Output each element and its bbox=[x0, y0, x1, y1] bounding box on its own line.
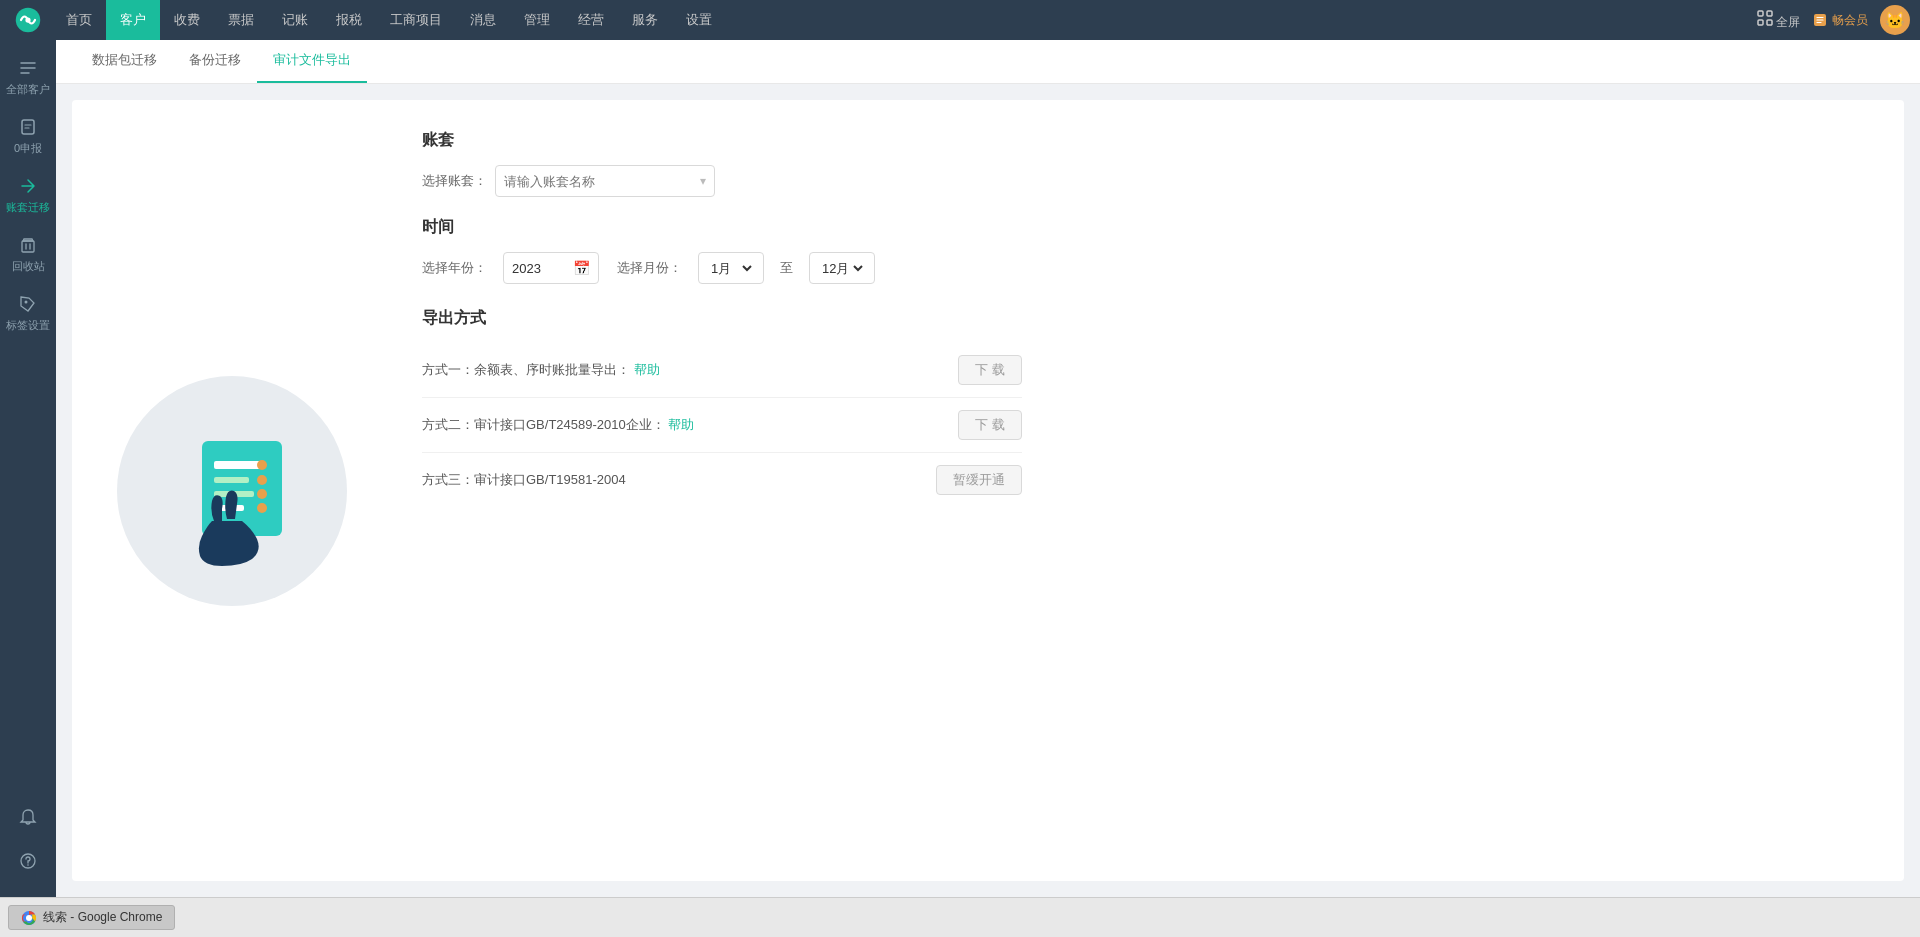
app-body: 全部客户 0申报 账套迁移 回收站 bbox=[0, 40, 1920, 897]
month-start-select[interactable]: 1月2月3月4月 5月6月7月8月 9月10月11月12月 bbox=[698, 252, 764, 284]
svg-point-19 bbox=[257, 489, 267, 499]
sidebar-item-recycle[interactable]: 回收站 bbox=[0, 225, 56, 284]
sidebar-item-tag-settings[interactable]: 标签设置 bbox=[0, 284, 56, 343]
export-method-1-download-btn[interactable]: 下 载 bbox=[958, 355, 1022, 385]
svg-rect-7 bbox=[22, 120, 34, 134]
month-start-select-input[interactable]: 1月2月3月4月 5月6月7月8月 9月10月11月12月 bbox=[707, 260, 755, 277]
taskbar-item-label: 线索 - Google Chrome bbox=[43, 909, 162, 926]
account-select-row: 选择账套： ▾ bbox=[422, 165, 1022, 197]
sidebar-item-all-customers[interactable]: 全部客户 bbox=[0, 48, 56, 107]
export-method-3-soon-btn[interactable]: 暂缓开通 bbox=[936, 465, 1022, 495]
nav-billing[interactable]: 收费 bbox=[160, 0, 214, 40]
account-section-title: 账套 bbox=[422, 130, 1022, 151]
nav-customer[interactable]: 客户 bbox=[106, 0, 160, 40]
app-logo[interactable] bbox=[10, 2, 46, 38]
svg-rect-14 bbox=[214, 477, 249, 483]
svg-rect-3 bbox=[1767, 11, 1772, 16]
svg-point-20 bbox=[257, 503, 267, 513]
tab-bar: 数据包迁移 备份迁移 审计文件导出 bbox=[56, 40, 1920, 84]
sidebar-bottom bbox=[0, 797, 56, 897]
tab-backup-migration[interactable]: 备份迁移 bbox=[173, 40, 257, 83]
svg-rect-13 bbox=[214, 461, 264, 469]
year-input[interactable] bbox=[512, 261, 567, 276]
export-method-3-text: 方式三：审计接口GB/T19581-2004 bbox=[422, 471, 626, 489]
chrome-icon bbox=[21, 910, 37, 926]
fullscreen-btn[interactable]: 全屏 bbox=[1757, 10, 1800, 31]
nav-manage[interactable]: 管理 bbox=[510, 0, 564, 40]
form-area: 账套 选择账套： ▾ 时间 选择年份： 📅 bbox=[422, 130, 1022, 851]
tab-audit-export[interactable]: 审计文件导出 bbox=[257, 40, 367, 83]
nav-message[interactable]: 消息 bbox=[456, 0, 510, 40]
top-nav: 首页 客户 收费 票据 记账 报税 工商项目 消息 管理 经营 服务 设置 全屏 bbox=[0, 0, 1920, 40]
svg-point-18 bbox=[257, 475, 267, 485]
top-nav-right: 全屏 畅会员 🐱 bbox=[1757, 5, 1910, 35]
main-content: 数据包迁移 备份迁移 审计文件导出 bbox=[56, 40, 1920, 897]
svg-point-22 bbox=[26, 915, 32, 921]
svg-point-11 bbox=[27, 864, 29, 866]
calendar-icon: 📅 bbox=[573, 260, 590, 276]
nav-settings[interactable]: 设置 bbox=[672, 0, 726, 40]
sidebar-item-zero-declaration[interactable]: 0申报 bbox=[0, 107, 56, 166]
time-row: 选择年份： 📅 选择月份： 1月2月3月4月 5月6月7月8月 9月10月11月… bbox=[422, 252, 1022, 284]
svg-rect-2 bbox=[1758, 11, 1763, 16]
export-section: 导出方式 方式一：余额表、序时账批量导出： 帮助 下 载 方式二：审计接口GB/… bbox=[422, 308, 1022, 507]
nav-home[interactable]: 首页 bbox=[52, 0, 106, 40]
member-btn[interactable]: 畅会员 bbox=[1812, 12, 1868, 29]
nav-invoice[interactable]: 票据 bbox=[214, 0, 268, 40]
month-start-label: 选择月份： bbox=[617, 259, 682, 277]
tab-data-migration[interactable]: 数据包迁移 bbox=[76, 40, 173, 83]
sidebar-item-notification[interactable] bbox=[0, 797, 56, 837]
nav-accounting[interactable]: 记账 bbox=[268, 0, 322, 40]
sidebar-item-account-migration[interactable]: 账套迁移 bbox=[0, 166, 56, 225]
export-method-1-text: 方式一：余额表、序时账批量导出： 帮助 bbox=[422, 361, 660, 379]
time-separator: 至 bbox=[780, 259, 793, 277]
month-end-select-input[interactable]: 1月2月3月4月 5月6月7月8月 9月10月11月12月 bbox=[818, 260, 866, 277]
svg-rect-4 bbox=[1758, 20, 1763, 25]
export-method-2-download-btn[interactable]: 下 载 bbox=[958, 410, 1022, 440]
year-label: 选择年份： bbox=[422, 259, 487, 277]
export-method-2-help-link[interactable]: 帮助 bbox=[668, 417, 694, 432]
year-input-wrapper[interactable]: 📅 bbox=[503, 252, 599, 284]
export-section-title: 导出方式 bbox=[422, 308, 1022, 329]
taskbar: 线索 - Google Chrome bbox=[0, 897, 1920, 937]
svg-rect-8 bbox=[22, 241, 34, 252]
nav-service[interactable]: 服务 bbox=[618, 0, 672, 40]
chevron-down-icon: ▾ bbox=[700, 174, 706, 188]
account-input[interactable] bbox=[504, 174, 700, 189]
nav-items: 首页 客户 收费 票据 记账 报税 工商项目 消息 管理 经营 服务 设置 bbox=[52, 0, 1757, 40]
nav-business[interactable]: 工商项目 bbox=[376, 0, 456, 40]
nav-tax[interactable]: 报税 bbox=[322, 0, 376, 40]
illustration-circle bbox=[117, 376, 347, 606]
month-end-select[interactable]: 1月2月3月4月 5月6月7月8月 9月10月11月12月 bbox=[809, 252, 875, 284]
export-method-3: 方式三：审计接口GB/T19581-2004 暂缓开通 bbox=[422, 453, 1022, 507]
page-body: 账套 选择账套： ▾ 时间 选择年份： 📅 bbox=[72, 100, 1904, 881]
sidebar-item-help[interactable] bbox=[0, 841, 56, 881]
svg-rect-5 bbox=[1767, 20, 1772, 25]
export-method-1: 方式一：余额表、序时账批量导出： 帮助 下 载 bbox=[422, 343, 1022, 398]
account-select-wrapper[interactable]: ▾ bbox=[495, 165, 715, 197]
illustration-area bbox=[102, 130, 362, 851]
account-select-label: 选择账套： bbox=[422, 172, 487, 190]
time-section-title: 时间 bbox=[422, 217, 1022, 238]
sidebar: 全部客户 0申报 账套迁移 回收站 bbox=[0, 40, 56, 897]
export-method-2-text: 方式二：审计接口GB/T24589-2010企业： 帮助 bbox=[422, 416, 694, 434]
nav-operation[interactable]: 经营 bbox=[564, 0, 618, 40]
export-method-2: 方式二：审计接口GB/T24589-2010企业： 帮助 下 载 bbox=[422, 398, 1022, 453]
svg-point-17 bbox=[257, 460, 267, 470]
export-method-1-help-link[interactable]: 帮助 bbox=[634, 362, 660, 377]
taskbar-chrome-item[interactable]: 线索 - Google Chrome bbox=[8, 905, 175, 930]
svg-point-9 bbox=[25, 301, 28, 304]
user-avatar[interactable]: 🐱 bbox=[1880, 5, 1910, 35]
svg-point-1 bbox=[25, 17, 30, 22]
